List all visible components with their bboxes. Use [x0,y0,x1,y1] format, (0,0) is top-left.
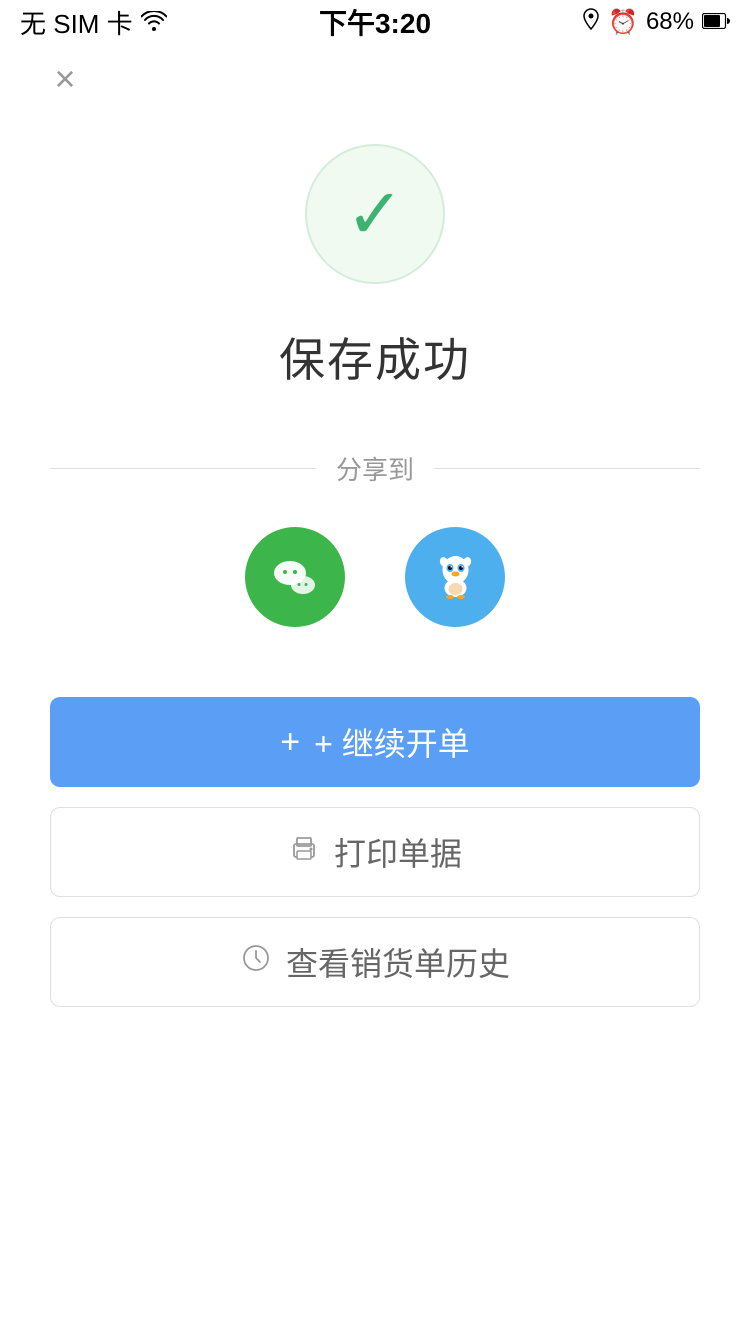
share-qq-button[interactable] [405,527,505,627]
wifi-icon [141,7,167,38]
battery-label: 68% [646,8,694,36]
print-button[interactable]: 打印单据 [50,807,700,897]
checkmark-icon: ✓ [346,179,405,249]
history-label: 查看销货单历史 [286,939,510,985]
divider-right [434,468,700,469]
history-button[interactable]: 查看销货单历史 [50,917,700,1007]
continue-label: + 继续开单 [314,719,470,765]
success-title: 保存成功 [279,324,471,390]
divider-left [50,468,316,469]
printer-icon [288,832,320,872]
share-divider: 分享到 [0,450,750,487]
qq-icon [428,550,483,605]
share-label: 分享到 [316,450,434,487]
history-icon [240,942,272,982]
sim-label: 无 SIM 卡 [20,4,133,41]
alarm-icon: ⏰ [608,8,638,37]
print-label: 打印单据 [334,829,462,875]
plus-icon: + [280,723,300,762]
share-icons-row [245,527,505,627]
wechat-icon [268,550,323,605]
status-right: ⏰ 68% [582,8,730,37]
continue-button[interactable]: + + 继续开单 [50,697,700,787]
status-left: 无 SIM 卡 [20,4,167,41]
main-content: ✓ 保存成功 分享到 [0,44,750,1007]
status-bar: 无 SIM 卡 下午3:20 ⏰ 68% [0,0,750,44]
action-buttons: + + 继续开单 打印单据 查看销货 [0,697,750,1007]
close-button[interactable]: × [40,54,90,104]
location-icon [582,8,600,37]
battery-icon [702,8,730,36]
status-time: 下午3:20 [319,2,431,42]
share-wechat-button[interactable] [245,527,345,627]
close-icon: × [54,58,75,100]
success-icon-circle: ✓ [305,144,445,284]
